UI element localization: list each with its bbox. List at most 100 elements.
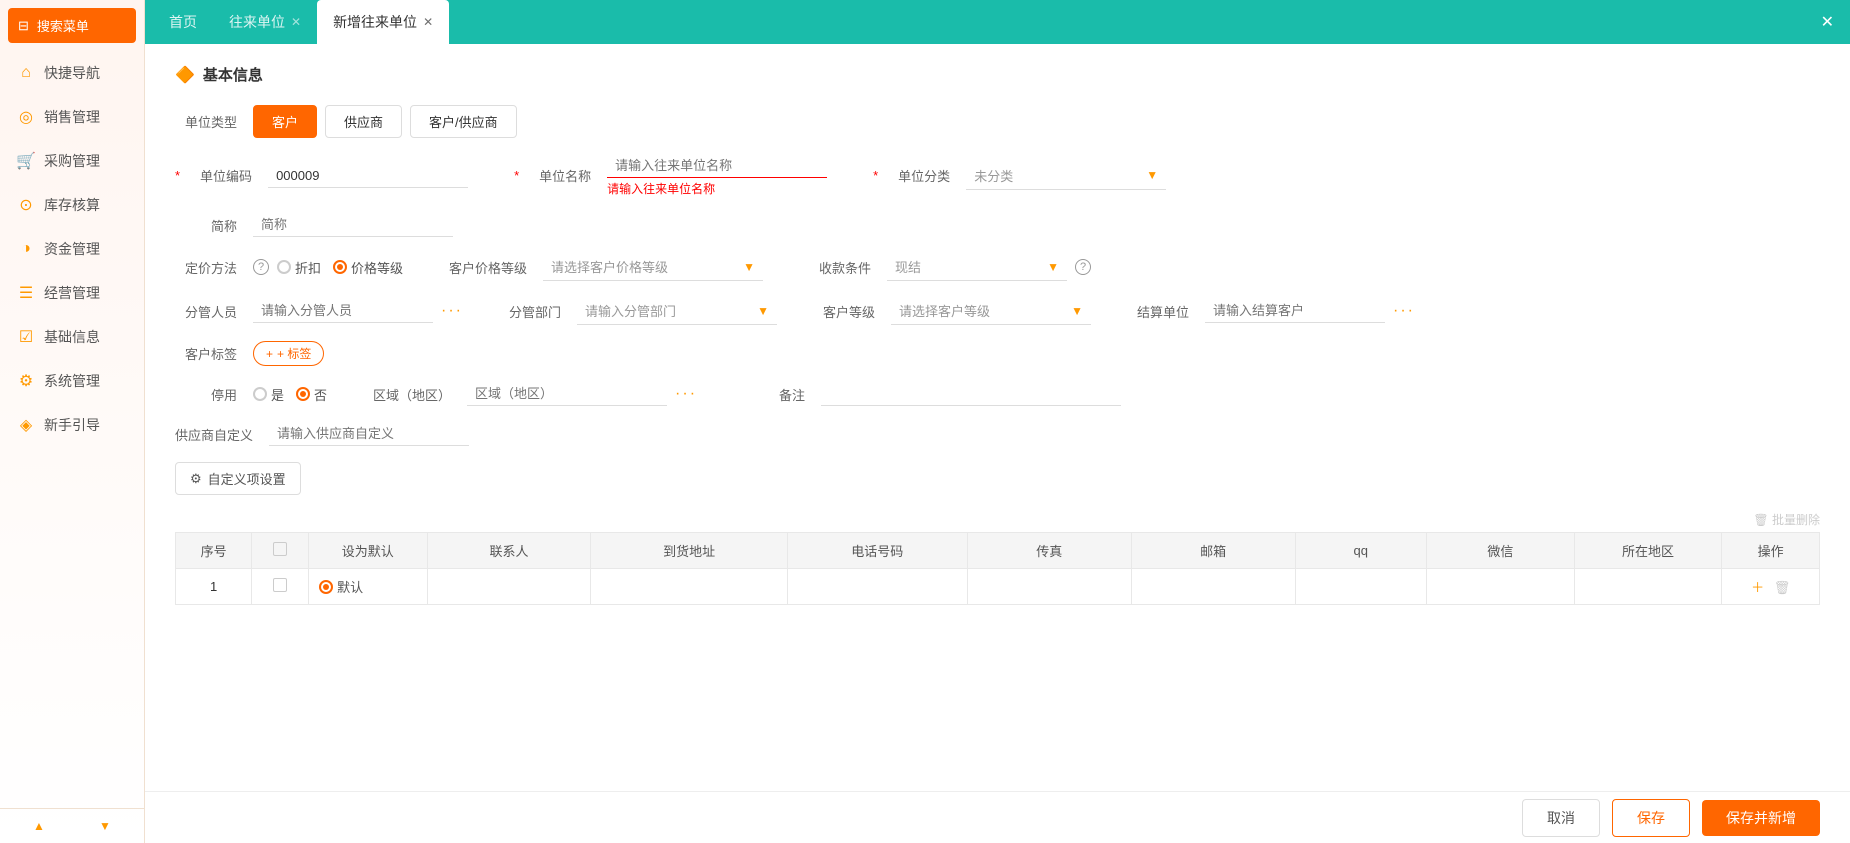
contact-input[interactable] (469, 579, 549, 594)
tab-partners[interactable]: 往来单位 ✕ (213, 0, 317, 44)
pricing-discount-radio-circle (277, 260, 291, 274)
row-checkbox (252, 569, 309, 605)
row-select-checkbox[interactable] (273, 578, 287, 592)
section-title: 基本信息 (203, 64, 263, 85)
tab-home[interactable]: 首页 (153, 0, 213, 44)
customer-level-label: 客户等级 (813, 302, 883, 321)
col-wechat: 微信 (1427, 533, 1575, 569)
save-button[interactable]: 保存 (1612, 799, 1690, 837)
pricing-help-icon[interactable]: ? (253, 259, 269, 275)
row-add-icon[interactable]: ＋ (1751, 580, 1764, 595)
fax-input[interactable] (1009, 579, 1089, 594)
sidebar-item-purchase[interactable]: 🛒 采购管理 (0, 139, 144, 183)
payment-select[interactable]: 现结 ▼ (887, 253, 1067, 281)
sidebar-item-basics[interactable]: ☑ 基础信息 (0, 315, 144, 359)
pricing-discount-radio[interactable]: 折扣 (277, 258, 321, 277)
sidebar-search[interactable]: ⊟ 搜索菜单 (8, 8, 136, 43)
tab-partners-close[interactable]: ✕ (291, 15, 301, 29)
custom-settings-button[interactable]: ⚙ 自定义项设置 (175, 462, 301, 495)
name-label: 单位名称 (529, 166, 599, 185)
row-default-radio[interactable]: 默认 (319, 577, 416, 596)
tab-bar-close-all[interactable]: ✕ (1813, 12, 1842, 32)
customer-level-select[interactable]: 请选择客户等级 ▼ (891, 297, 1091, 325)
category-select[interactable]: 未分类 ▼ (966, 162, 1166, 190)
pricing-label: 定价方法 (175, 258, 245, 277)
sidebar-item-label: 快捷导航 (44, 63, 100, 83)
sidebar-item-system[interactable]: ⚙ 系统管理 (0, 359, 144, 403)
tab-new-partner[interactable]: 新增往来单位 ✕ (317, 0, 449, 44)
row-delete-icon[interactable]: 🗑 (1774, 580, 1791, 595)
unit-type-supplier[interactable]: 供应商 (325, 105, 402, 138)
disable-yes-circle (253, 387, 267, 401)
dept-label: 分管部门 (499, 302, 569, 321)
tag-plus-icon: + (266, 347, 273, 361)
disable-radio-group: 是 否 (253, 385, 327, 404)
purchase-icon: 🛒 (16, 151, 36, 171)
bottom-bar: 取消 保存 保存并新增 (145, 791, 1850, 843)
sidebar-item-label: 采购管理 (44, 151, 100, 171)
row-region-input[interactable] (1613, 579, 1683, 594)
pricing-row: 定价方法 ? 折扣 价格等级 客户价格等级 请选择客户价格等级 ▼ 收款条件 (175, 253, 1820, 281)
main-area: 首页 往来单位 ✕ 新增往来单位 ✕ ✕ 🔶 基本信息 单位类型 客户 供应商 … (145, 0, 1850, 843)
address-input[interactable] (639, 579, 739, 594)
qq-input[interactable] (1331, 579, 1391, 594)
col-phone: 电话号码 (787, 533, 967, 569)
cancel-button[interactable]: 取消 (1522, 799, 1600, 837)
sidebar-item-inventory[interactable]: ⊙ 库存核算 (0, 183, 144, 227)
category-required: * (873, 168, 878, 183)
region-more-icon[interactable]: ··· (675, 385, 697, 403)
save-new-button[interactable]: 保存并新增 (1702, 800, 1820, 836)
customer-level-value: 请选择客户等级 (899, 301, 990, 320)
sidebar-item-label: 资金管理 (44, 239, 100, 259)
batch-delete[interactable]: 🗑 批量删除 (175, 511, 1820, 528)
disable-yes-radio[interactable]: 是 (253, 385, 284, 404)
sidebar-item-label: 经营管理 (44, 283, 100, 303)
table-body: 1 默认 (176, 569, 1820, 605)
row-address (591, 569, 787, 605)
add-tag-button[interactable]: + + 标签 (253, 341, 324, 366)
supplier-custom-input[interactable] (269, 422, 469, 446)
inventory-icon: ⊙ (16, 195, 36, 215)
contacts-table: 序号 设为默认 联系人 到货地址 电话号码 传真 邮箱 qq 微信 所在地区 操… (175, 532, 1820, 605)
customer-tag-label: 客户标签 (175, 344, 245, 363)
sidebar-expand-btn[interactable]: ▲ (10, 819, 68, 833)
pricing-discount-label: 折扣 (295, 258, 321, 277)
code-input[interactable] (268, 164, 468, 188)
name-input[interactable] (607, 154, 827, 178)
unit-type-customer[interactable]: 客户 (253, 105, 317, 138)
phone-input[interactable] (832, 579, 922, 594)
unit-type-both[interactable]: 客户/供应商 (410, 105, 517, 138)
wechat-input[interactable] (1465, 579, 1535, 594)
abbr-input[interactable] (253, 213, 453, 237)
abbr-label: 简称 (175, 216, 245, 235)
sidebar-collapse-btn[interactable]: ▼ (76, 819, 134, 833)
disable-no-radio[interactable]: 否 (296, 385, 327, 404)
home-icon: ⌂ (16, 64, 36, 82)
abbr-row: 简称 (175, 213, 1820, 237)
settlement-input[interactable] (1205, 299, 1385, 323)
pricing-price-level-radio[interactable]: 价格等级 (333, 258, 403, 277)
customer-price-select[interactable]: 请选择客户价格等级 ▼ (543, 253, 763, 281)
sidebar-item-guide[interactable]: ◈ 新手引导 (0, 403, 144, 447)
manager-more-icon[interactable]: ··· (441, 302, 463, 320)
sidebar-item-operations[interactable]: ☰ 经营管理 (0, 271, 144, 315)
category-value: 未分类 (974, 166, 1013, 185)
region-input[interactable] (467, 382, 667, 406)
row-qq (1295, 569, 1426, 605)
remark-input[interactable] (821, 382, 1121, 406)
select-all-checkbox[interactable] (273, 542, 287, 556)
sidebar-item-quick-nav[interactable]: ⌂ 快捷导航 (0, 51, 144, 95)
dept-select[interactable]: 请输入分管部门 ▼ (577, 297, 777, 325)
dept-value: 请输入分管部门 (585, 301, 676, 320)
settlement-more-icon[interactable]: ··· (1393, 302, 1415, 320)
batch-delete-label: 批量删除 (1772, 513, 1820, 527)
section-header: 🔶 基本信息 (175, 64, 1820, 85)
sidebar-item-finance[interactable]: ◑ 资金管理 (0, 227, 144, 271)
sidebar-item-sales[interactable]: ◎ 销售管理 (0, 95, 144, 139)
basics-icon: ☑ (16, 327, 36, 347)
customer-price-chevron-icon: ▼ (743, 260, 755, 274)
payment-help-icon[interactable]: ? (1075, 259, 1091, 275)
email-input[interactable] (1173, 579, 1253, 594)
tab-new-partner-close[interactable]: ✕ (423, 15, 433, 29)
manager-input[interactable] (253, 299, 433, 323)
